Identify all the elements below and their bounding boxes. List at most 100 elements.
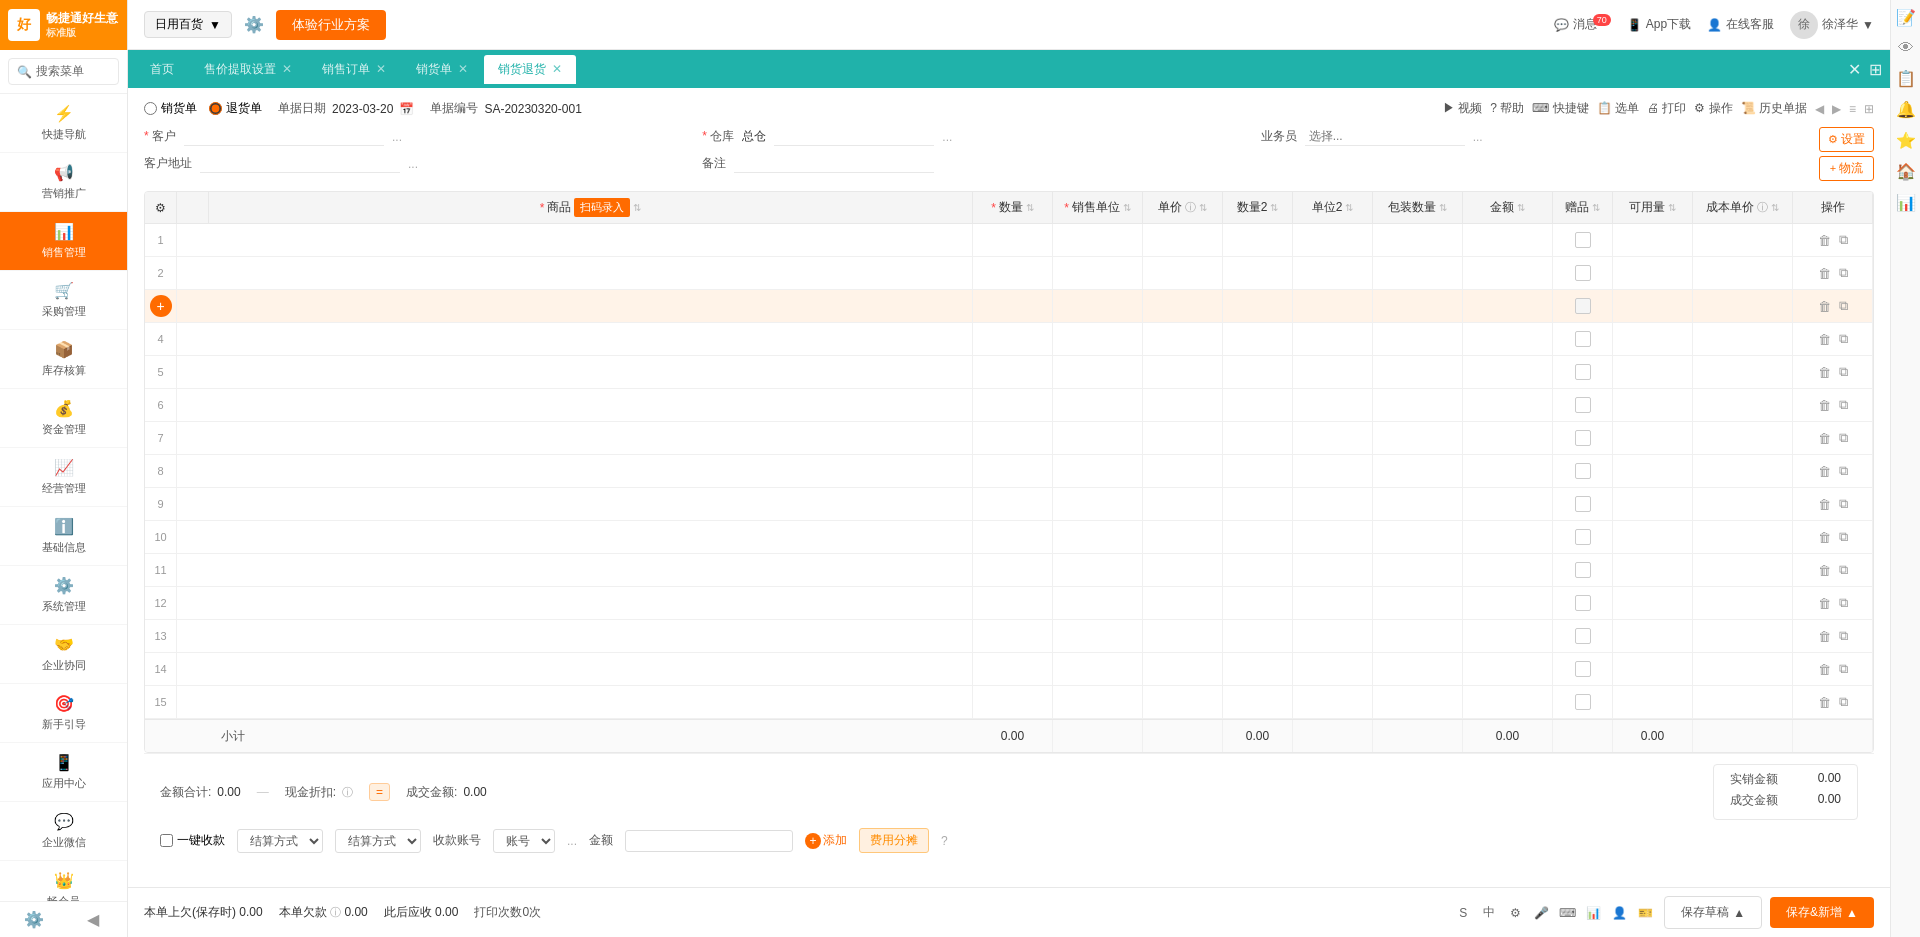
sidebar-item-basic[interactable]: ℹ️ 基础信息 xyxy=(0,507,127,566)
copy-btn[interactable]: ⧉ xyxy=(1837,593,1850,613)
td-gift-2[interactable] xyxy=(1553,257,1613,289)
copy-btn[interactable]: ⧉ xyxy=(1837,461,1850,481)
copy-btn[interactable]: ⧉ xyxy=(1837,692,1850,712)
radio-return[interactable]: 退货单 xyxy=(209,100,262,117)
sidebar-item-system[interactable]: ⚙️ 系统管理 xyxy=(0,566,127,625)
gift-cb[interactable] xyxy=(1575,529,1591,545)
tool-icon-3[interactable]: ⚙ xyxy=(1504,902,1526,924)
address-dots[interactable]: ... xyxy=(408,157,418,171)
settings-btn[interactable]: ⚙ 设置 xyxy=(1819,127,1874,152)
user-avatar[interactable]: 徐 徐泽华 ▼ xyxy=(1790,11,1874,39)
td-unit2-2[interactable] xyxy=(1293,257,1373,289)
ops-btn[interactable]: ⚙ 操作 xyxy=(1694,100,1732,117)
sidebar-item-business[interactable]: 📈 经营管理 xyxy=(0,448,127,507)
copy-row-2[interactable]: ⧉ xyxy=(1837,263,1850,283)
cost-info-icon[interactable]: ⓘ xyxy=(1757,200,1768,215)
tool-icon-6[interactable]: 📊 xyxy=(1582,902,1604,924)
calendar-icon[interactable]: 📅 xyxy=(399,102,414,116)
unit-sort-icon[interactable]: ⇅ xyxy=(1123,202,1131,213)
copy-row-add[interactable]: ⧉ xyxy=(1837,296,1850,316)
copy-row-1[interactable]: ⧉ xyxy=(1837,230,1850,250)
td-avail-add[interactable] xyxy=(1613,290,1693,322)
qty-sort-icon[interactable]: ⇅ xyxy=(1026,202,1034,213)
amount-sort-icon[interactable]: ⇅ xyxy=(1517,202,1525,213)
video-btn[interactable]: ▶ 视频 xyxy=(1443,100,1482,117)
rp-icon-5[interactable]: ⭐ xyxy=(1896,131,1916,150)
td-qty-2[interactable] xyxy=(973,257,1053,289)
tool-icon-1[interactable]: S xyxy=(1452,902,1474,924)
tab-price-setting[interactable]: 售价提取设置 ✕ xyxy=(190,55,306,84)
del-btn[interactable]: 🗑 xyxy=(1816,561,1833,580)
view-list-icon[interactable]: ≡ xyxy=(1849,102,1856,116)
sidebar-item-marketing[interactable]: 📢 营销推广 xyxy=(0,153,127,212)
td-qty2-1[interactable] xyxy=(1223,224,1293,256)
td-unit2-add[interactable] xyxy=(1293,290,1373,322)
amount-input[interactable] xyxy=(625,830,793,852)
td-unit2-1[interactable] xyxy=(1293,224,1373,256)
tab-close-order[interactable]: ✕ xyxy=(376,62,386,76)
del-btn[interactable]: 🗑 xyxy=(1816,627,1833,646)
gift-checkbox-add[interactable] xyxy=(1575,298,1591,314)
scan-btn[interactable]: 扫码录入 xyxy=(574,198,630,217)
save-new-button[interactable]: 保存&新增 ▲ xyxy=(1770,897,1874,928)
tab-close-sale[interactable]: ✕ xyxy=(458,62,468,76)
experience-btn[interactable]: 体验行业方案 xyxy=(276,10,386,40)
td-product-1[interactable] xyxy=(177,224,973,256)
gift-cb[interactable] xyxy=(1575,595,1591,611)
staff-dots[interactable]: ... xyxy=(1473,130,1483,144)
td-price-1[interactable] xyxy=(1143,224,1223,256)
copy-btn[interactable]: ⧉ xyxy=(1837,527,1850,547)
tab-sale[interactable]: 销货单 ✕ xyxy=(402,55,482,84)
product-sort-icon[interactable]: ⇅ xyxy=(633,202,641,213)
td-amount-add[interactable] xyxy=(1463,290,1553,322)
logistics-btn[interactable]: + 物流 xyxy=(1819,156,1874,181)
sidebar-search-area[interactable]: 🔍 搜索菜单 xyxy=(0,50,127,94)
settle-method-select[interactable]: 结算方式 xyxy=(237,829,323,853)
td-price-add[interactable] xyxy=(1143,290,1223,322)
pkg-sort-icon[interactable]: ⇅ xyxy=(1439,202,1447,213)
gift-cb[interactable] xyxy=(1575,562,1591,578)
tab-sale-order[interactable]: 销售订单 ✕ xyxy=(308,55,400,84)
rp-icon-4[interactable]: 🔔 xyxy=(1896,100,1916,119)
td-unit-2[interactable] xyxy=(1053,257,1143,289)
history-btn[interactable]: 📜 历史单据 xyxy=(1741,100,1807,117)
gift-cb[interactable] xyxy=(1575,661,1591,677)
price-sort-icon[interactable]: ⇅ xyxy=(1199,202,1207,213)
delete-row-2[interactable]: 🗑 xyxy=(1816,264,1833,283)
expand-tab-btn[interactable]: ⊞ xyxy=(1869,60,1882,79)
gift-sort-icon[interactable]: ⇅ xyxy=(1592,202,1600,213)
copy-btn[interactable]: ⧉ xyxy=(1837,428,1850,448)
staff-input[interactable] xyxy=(1305,127,1465,146)
qty2-sort-icon[interactable]: ⇅ xyxy=(1270,202,1278,213)
product-input-add[interactable] xyxy=(183,299,968,313)
tab-close-price[interactable]: ✕ xyxy=(282,62,292,76)
td-qty2-add[interactable] xyxy=(1223,290,1293,322)
td-amount-2[interactable] xyxy=(1463,257,1553,289)
product-input-1[interactable] xyxy=(183,233,968,247)
td-avail-1[interactable] xyxy=(1613,224,1693,256)
copy-btn[interactable]: ⧉ xyxy=(1837,560,1850,580)
help-btn[interactable]: ? 帮助 xyxy=(1490,100,1524,117)
del-btn[interactable]: 🗑 xyxy=(1816,330,1833,349)
copy-btn[interactable]: ⧉ xyxy=(1837,659,1850,679)
td-price-2[interactable] xyxy=(1143,257,1223,289)
address-input[interactable] xyxy=(200,154,400,173)
gift-checkbox-1[interactable] xyxy=(1575,232,1591,248)
td-qty-add[interactable] xyxy=(973,290,1053,322)
sidebar-settings-btn[interactable]: ⚙️ xyxy=(8,910,60,929)
td-qty-1[interactable] xyxy=(973,224,1053,256)
sidebar-item-purchase[interactable]: 🛒 采购管理 xyxy=(0,271,127,330)
radio-sale[interactable]: 销货单 xyxy=(144,100,197,117)
sidebar-item-apps[interactable]: 📱 应用中心 xyxy=(0,743,127,802)
sidebar-item-inventory[interactable]: 📦 库存核算 xyxy=(0,330,127,389)
sidebar-item-wechat[interactable]: 💬 企业微信 xyxy=(0,802,127,861)
rp-icon-1[interactable]: 📝 xyxy=(1896,8,1916,27)
copy-btn[interactable]: ⧉ xyxy=(1837,362,1850,382)
save-draft-button[interactable]: 保存草稿 ▲ xyxy=(1664,896,1762,929)
daily-select[interactable]: 日用百货 ▼ xyxy=(144,11,232,38)
print-btn[interactable]: 🖨 打印 xyxy=(1647,100,1686,117)
sidebar-item-guide[interactable]: 🎯 新手引导 xyxy=(0,684,127,743)
sidebar-collapse-btn[interactable]: ◀ xyxy=(68,910,120,929)
equals-btn[interactable]: = xyxy=(369,783,390,801)
message-btn[interactable]: 💬 消息 70 xyxy=(1554,16,1611,33)
